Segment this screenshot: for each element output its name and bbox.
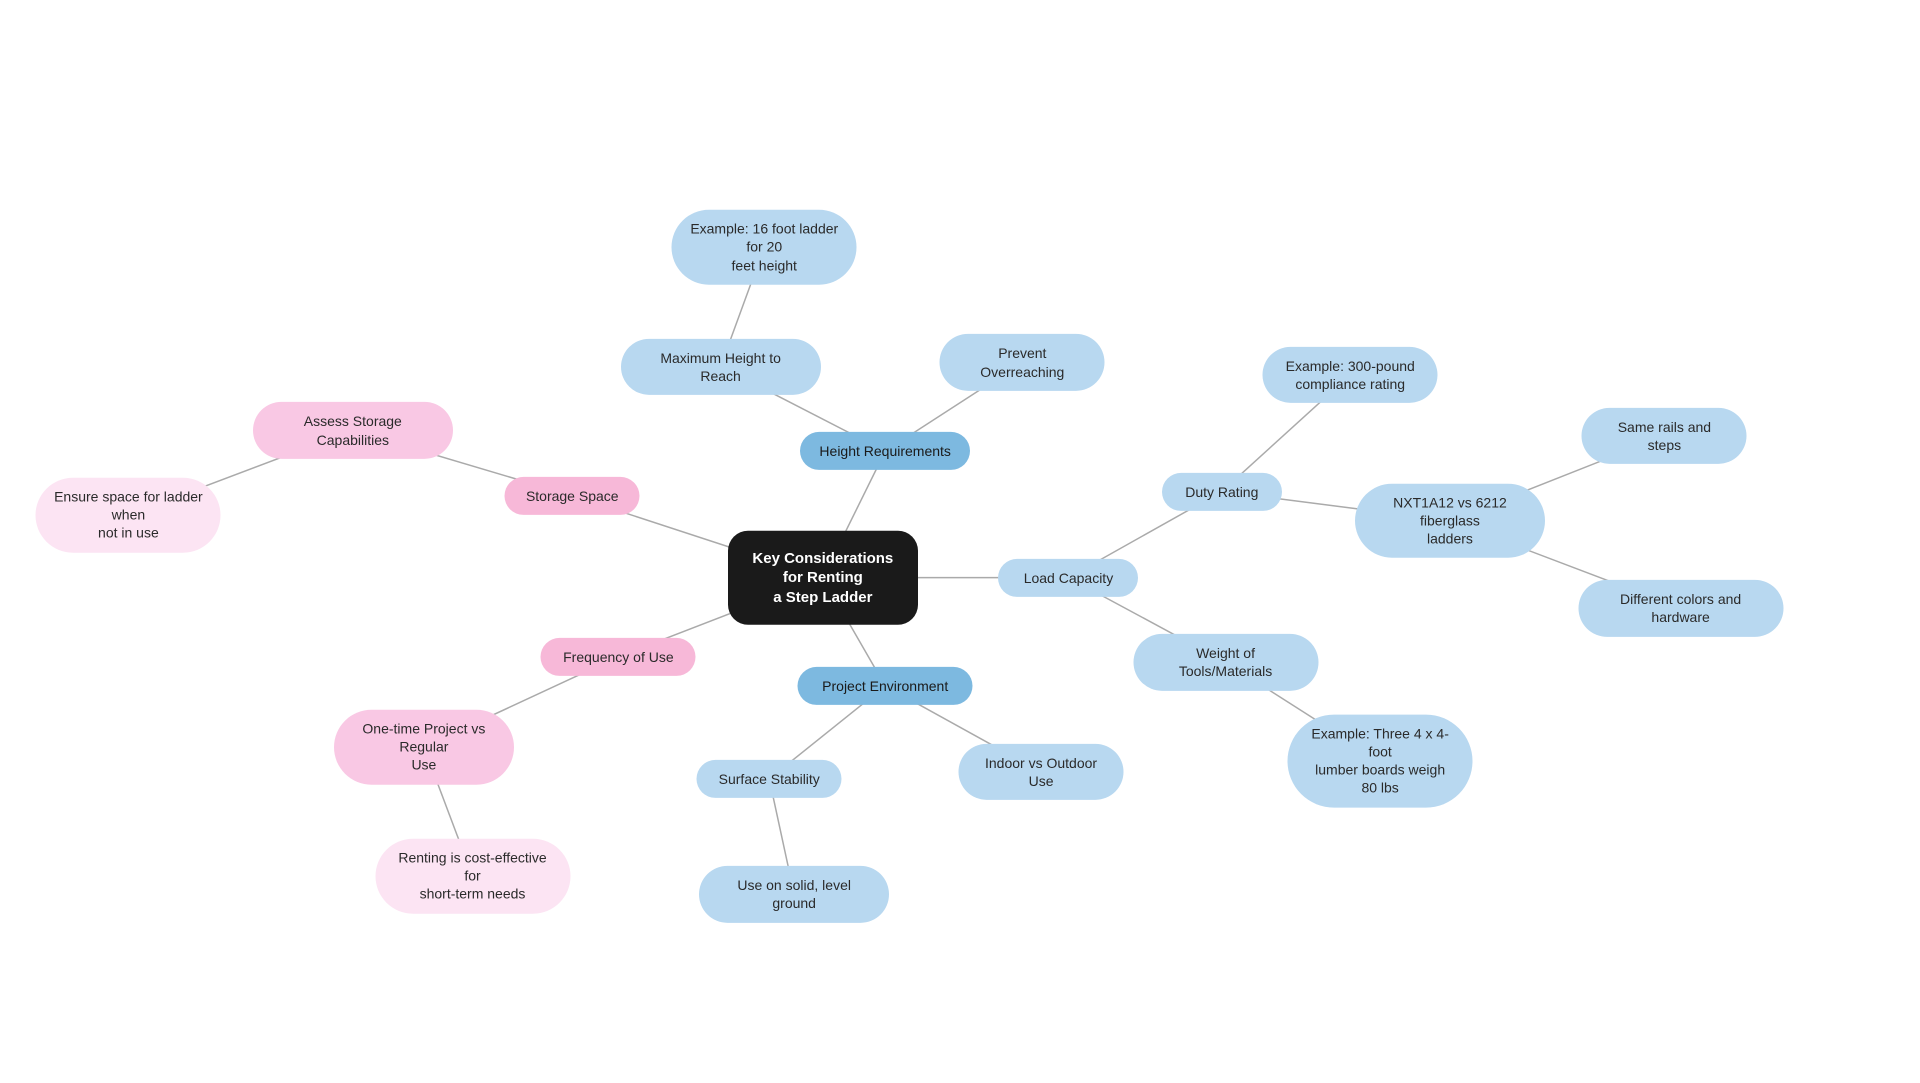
node-center: Key Considerations for Rentinga Step Lad… — [728, 530, 918, 625]
node-max_height: Maximum Height to Reach — [621, 338, 821, 394]
node-storage_space: Storage Space — [505, 477, 640, 515]
node-example_16ft: Example: 16 foot ladder for 20feet heigh… — [672, 210, 857, 285]
connections-svg — [0, 0, 1920, 1083]
node-assess_storage: Assess Storage Capabilities — [253, 402, 453, 458]
node-solid_ground: Use on solid, level ground — [699, 866, 889, 922]
node-nxt1a12: NXT1A12 vs 6212 fiberglassladders — [1355, 483, 1545, 558]
node-project_env: Project Environment — [798, 667, 973, 705]
mindmap-container: Key Considerations for Rentinga Step Lad… — [0, 0, 1920, 1083]
node-renting_cost: Renting is cost-effective forshort-term … — [375, 839, 570, 914]
node-weight_tools: Weight of Tools/Materials — [1133, 634, 1318, 690]
node-frequency: Frequency of Use — [541, 638, 696, 676]
node-example_300: Example: 300-poundcompliance rating — [1263, 347, 1438, 403]
node-different_colors: Different colors and hardware — [1578, 580, 1783, 636]
node-prevent_overreaching: Prevent Overreaching — [940, 334, 1105, 390]
node-one_time: One-time Project vs RegularUse — [334, 710, 514, 785]
node-indoor_outdoor: Indoor vs Outdoor Use — [959, 744, 1124, 800]
node-load_capacity: Load Capacity — [998, 559, 1138, 597]
node-example_lumber: Example: Three 4 x 4-footlumber boards w… — [1288, 715, 1473, 808]
node-duty_rating: Duty Rating — [1162, 472, 1282, 510]
node-height_requirements: Height Requirements — [800, 432, 970, 470]
node-ensure_space: Ensure space for ladder whennot in use — [36, 478, 221, 553]
node-same_rails: Same rails and steps — [1582, 408, 1747, 464]
node-surface_stability: Surface Stability — [697, 760, 842, 798]
